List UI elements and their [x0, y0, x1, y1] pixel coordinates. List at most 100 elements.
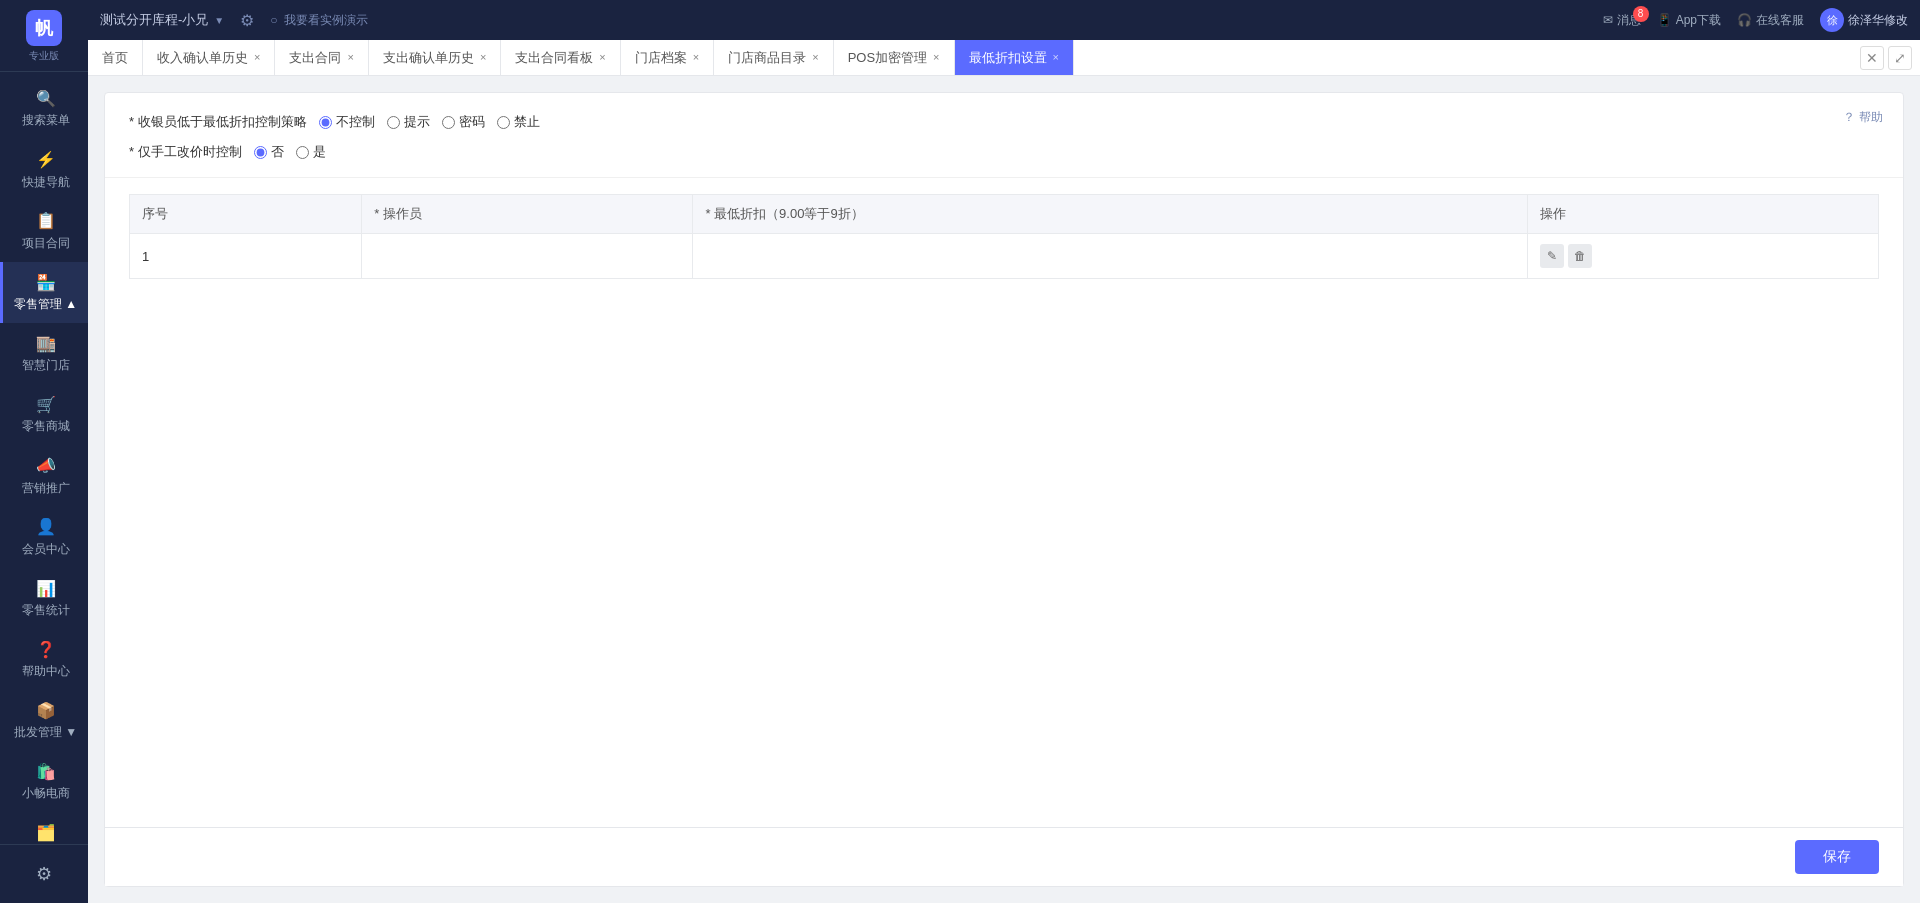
sidebar-logo-icon: 帆 [26, 10, 62, 46]
col-header-seq: 序号 [130, 195, 362, 234]
sidebar-icon-ecommerce: 🛍️ [36, 761, 56, 783]
radio-input-cashier-remind[interactable] [387, 116, 400, 129]
topbar-project[interactable]: 测试分开库程-小兄 ▼ [100, 11, 224, 29]
topbar-username: 徐泽华修改 [1848, 12, 1908, 29]
manual-price-radio-group: 否是 [254, 143, 326, 161]
sidebar-settings-button[interactable]: ⚙ [28, 855, 60, 893]
radio-input-cashier-password[interactable] [442, 116, 455, 129]
tab-close-pos-security[interactable]: × [933, 52, 939, 63]
topbar-message-button[interactable]: ✉ 消息 8 [1603, 12, 1641, 29]
manual-price-row: * 仅手工改价时控制 否是 [129, 143, 1879, 161]
cashier-policy-row: * 收银员低于最低折扣控制策略 不控制提示 密码禁止 [129, 113, 1879, 131]
tab-payment-confirm[interactable]: 支出确认单历史 × [369, 40, 501, 75]
topbar-demo-text: 我要看实例演示 [284, 12, 368, 29]
topbar-app-download-button[interactable]: 📱 App下载 [1657, 12, 1721, 29]
sidebar-label-marketing: 营销推广 [22, 480, 70, 497]
radio-manual-yes[interactable]: 是 [296, 143, 326, 161]
tab-income-confirm[interactable]: 收入确认单历史 × [143, 40, 275, 75]
tab-label-pos-security: POS加密管理 [848, 49, 927, 67]
sidebar-item-search[interactable]: 🔍 搜索菜单 [0, 78, 88, 139]
tab-label-payment-confirm: 支出确认单历史 [383, 49, 474, 67]
sidebar-item-project-contract[interactable]: 📋 项目合同 [0, 200, 88, 261]
tab-home[interactable]: 首页 [88, 40, 143, 75]
sidebar-label-project-contract: 项目合同 [22, 235, 70, 252]
cashier-policy-label: * 收银员低于最低折扣控制策略 [129, 113, 307, 131]
topbar-support-button[interactable]: 🎧 在线客服 [1737, 12, 1804, 29]
topbar-demo-circle-icon: ○ [270, 13, 277, 27]
tab-close-income-confirm[interactable]: × [254, 52, 260, 63]
tab-label-store-products: 门店商品目录 [728, 49, 806, 67]
sidebar-icon-marketing: 📣 [36, 455, 56, 477]
tab-payment-contract[interactable]: 支出合同× [275, 40, 368, 75]
sidebar-icon-smart-store: 🏬 [36, 333, 56, 355]
help-label: 帮助 [1859, 109, 1883, 126]
sidebar-item-marketing[interactable]: 📣 营销推广 [0, 445, 88, 506]
sidebar-icon-retail-stats: 📊 [36, 578, 56, 600]
topbar-demo[interactable]: ○ 我要看实例演示 [270, 12, 367, 29]
sidebar-label-ecommerce: 小畅电商 [22, 785, 70, 802]
radio-input-manual-yes[interactable] [296, 146, 309, 159]
radio-input-cashier-no-control[interactable] [319, 116, 332, 129]
tab-close-all-button[interactable]: ✕ [1860, 46, 1884, 70]
tab-close-min-discount[interactable]: × [1053, 52, 1059, 63]
topbar-user[interactable]: 徐 徐泽华修改 [1820, 8, 1908, 32]
tab-close-store-file[interactable]: × [693, 52, 699, 63]
tabbar: 首页收入确认单历史×支出合同×支出确认单历史×支出合同看板×门店档案×门店商品目… [88, 40, 1920, 76]
sidebar-item-help-center[interactable]: ❓ 帮助中心 [0, 629, 88, 690]
radio-cashier-forbid[interactable]: 禁止 [497, 113, 540, 131]
table-row: 1 ✎ 🗑 [130, 234, 1879, 279]
action-buttons: ✎ 🗑 [1540, 244, 1866, 268]
radio-input-manual-no[interactable] [254, 146, 267, 159]
radio-cashier-no-control[interactable]: 不控制 [319, 113, 375, 131]
topbar-settings-icon[interactable]: ⚙ [240, 11, 254, 30]
sidebar-item-batch-mgmt[interactable]: 📦 批发管理 ▼ [0, 690, 88, 751]
sidebar-item-quick-nav[interactable]: ⚡ 快捷导航 [0, 139, 88, 200]
topbar-actions: ✉ 消息 8 📱 App下载 🎧 在线客服 徐 徐泽华修改 [1603, 8, 1908, 32]
tab-payment-board[interactable]: 支出合同看板× [501, 40, 620, 75]
tab-store-products[interactable]: 门店商品目录 × [714, 40, 833, 75]
tab-close-payment-contract[interactable]: × [347, 52, 353, 63]
sidebar-item-member-center[interactable]: 👤 会员中心 [0, 506, 88, 567]
tab-close-payment-confirm[interactable]: × [480, 52, 486, 63]
settings-section: ？ 帮助 * 收银员低于最低折扣控制策略 不控制提示 密码禁止 * 仅手工改价时控… [105, 93, 1903, 178]
table-section: 序号* 操作员* 最低折扣（9.00等于9折）操作 1 ✎ 🗑 [105, 178, 1903, 827]
tab-store-file[interactable]: 门店档案× [621, 40, 714, 75]
table-header-row: 序号* 操作员* 最低折扣（9.00等于9折）操作 [130, 195, 1879, 234]
sidebar-item-purchase-mgmt[interactable]: 🗂️ 采购管理 [0, 812, 88, 844]
save-button[interactable]: 保存 [1795, 840, 1879, 874]
radio-cashier-remind[interactable]: 提示 [387, 113, 430, 131]
radio-cashier-password[interactable]: 密码 [442, 113, 485, 131]
content-area: ？ 帮助 * 收银员低于最低折扣控制策略 不控制提示 密码禁止 * 仅手工改价时控… [88, 76, 1920, 903]
sidebar-item-ecommerce[interactable]: 🛍️ 小畅电商 [0, 751, 88, 812]
col-header-operator: * 操作员 [362, 195, 693, 234]
radio-input-cashier-forbid[interactable] [497, 116, 510, 129]
radio-manual-no[interactable]: 否 [254, 143, 284, 161]
avatar: 徐 [1820, 8, 1844, 32]
tab-close-store-products[interactable]: × [812, 52, 818, 63]
delete-row-button[interactable]: 🗑 [1568, 244, 1592, 268]
download-icon: 📱 [1657, 13, 1672, 27]
tab-pos-security[interactable]: POS加密管理 × [834, 40, 955, 75]
edit-row-button[interactable]: ✎ [1540, 244, 1564, 268]
sidebar-item-retail-stats[interactable]: 📊 零售统计 [0, 568, 88, 629]
help-link[interactable]: ？ 帮助 [1843, 109, 1883, 126]
table-body: 1 ✎ 🗑 [130, 234, 1879, 279]
sidebar-icon-retail-mall: 🛒 [36, 394, 56, 416]
sidebar-item-retail-mall[interactable]: 🛒 零售商城 [0, 384, 88, 445]
tab-label-income-confirm: 收入确认单历史 [157, 49, 248, 67]
sidebar-item-retail-mgmt[interactable]: 🏪 零售管理 ▲ [0, 262, 88, 323]
tab-maximize-button[interactable]: ⤢ [1888, 46, 1912, 70]
radio-label-cashier-password: 密码 [459, 113, 485, 131]
sidebar-label-retail-stats: 零售统计 [22, 602, 70, 619]
tab-close-payment-board[interactable]: × [599, 52, 605, 63]
col-header-min_discount: * 最低折扣（9.00等于9折） [693, 195, 1528, 234]
cell-operator [362, 234, 693, 279]
sidebar-icon-batch-mgmt: 📦 [36, 700, 56, 722]
sidebar-icon-search: 🔍 [36, 88, 56, 110]
sidebar-bottom: ⚙ [0, 844, 88, 903]
tab-min-discount[interactable]: 最低折扣设置× [955, 40, 1074, 75]
cell-action: ✎ 🗑 [1528, 234, 1879, 279]
radio-label-cashier-no-control: 不控制 [336, 113, 375, 131]
cell-min-discount [693, 234, 1528, 279]
sidebar-item-smart-store[interactable]: 🏬 智慧门店 [0, 323, 88, 384]
